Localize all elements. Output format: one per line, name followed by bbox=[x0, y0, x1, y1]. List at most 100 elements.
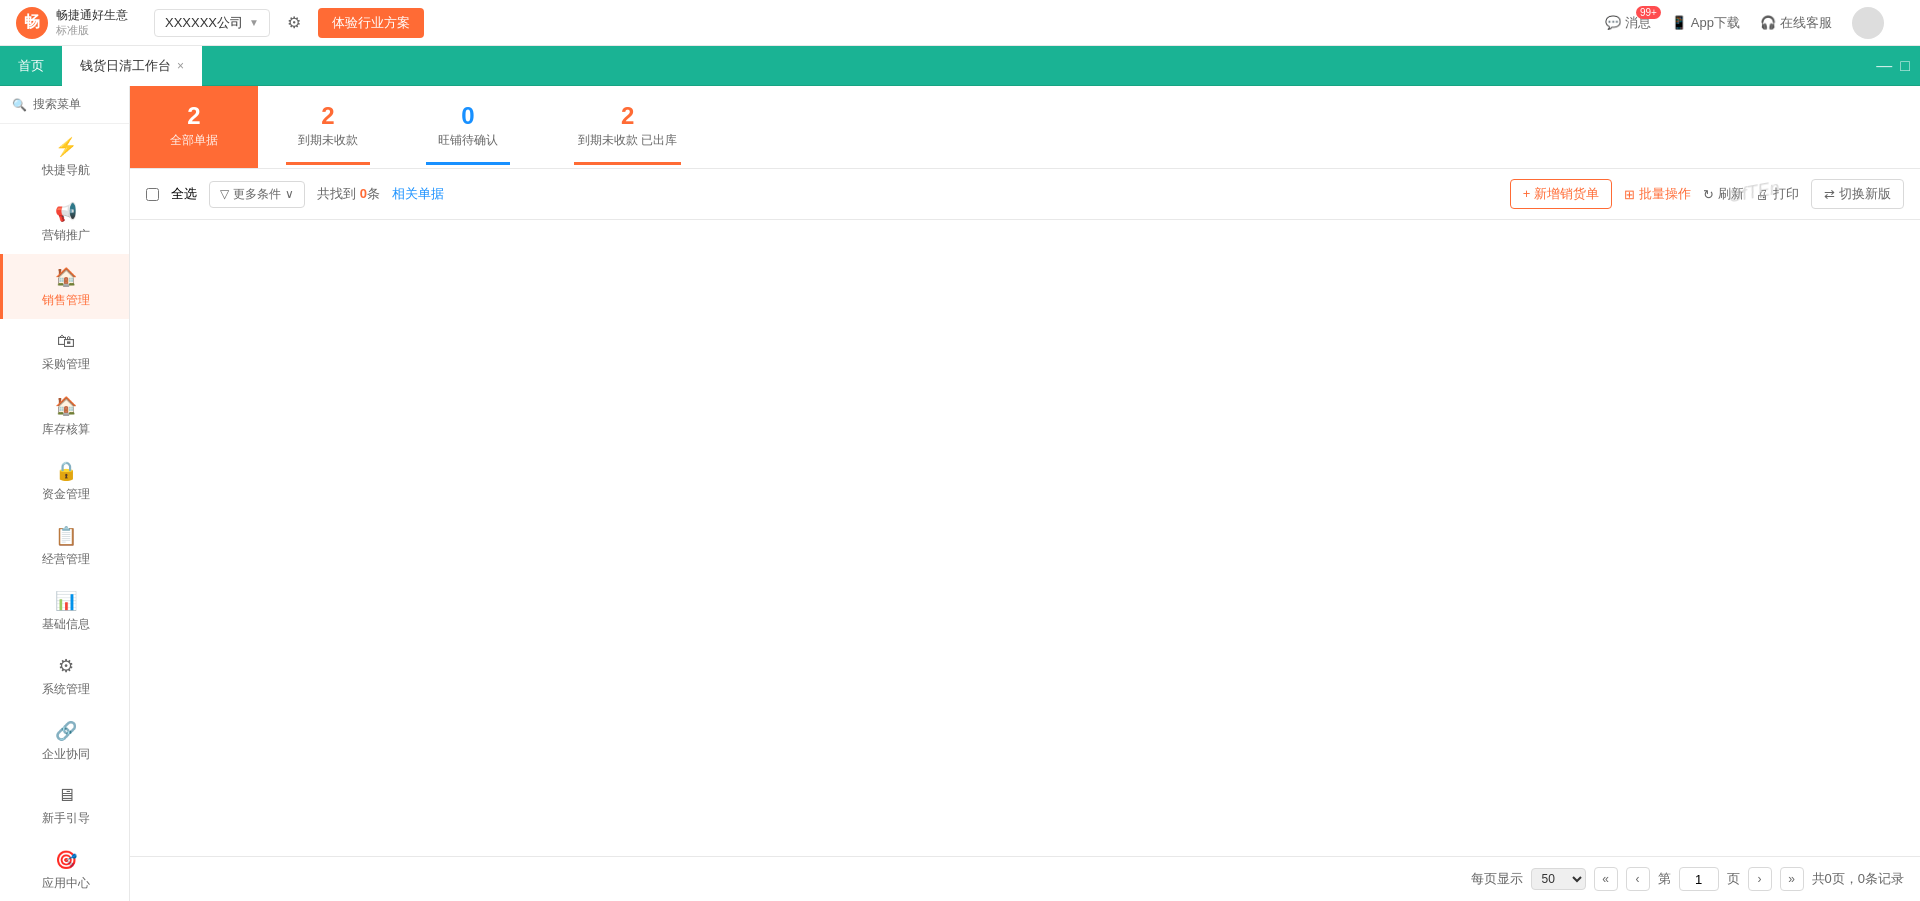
related-orders-link[interactable]: 相关单据 bbox=[392, 185, 444, 203]
trial-button[interactable]: 体验行业方案 bbox=[318, 8, 424, 38]
print-label: 打印 bbox=[1773, 185, 1799, 203]
finance-icon: 🔒 bbox=[55, 460, 77, 482]
sidebar: 🔍 搜索菜单 ⚡ 快捷导航 📢 营销推广 🏠 销售管理 🛍 采购管理 🏠 库存核… bbox=[0, 86, 130, 901]
refresh-button[interactable]: ↻ 刷新 bbox=[1703, 185, 1744, 203]
select-all-label: 全选 bbox=[171, 185, 197, 203]
found-prefix: 共找到 bbox=[317, 186, 356, 201]
sidebar-item-app-center[interactable]: 🎯 应用中心 bbox=[0, 837, 129, 901]
sidebar-item-operations[interactable]: 📋 经营管理 bbox=[0, 513, 129, 578]
switch-version-button[interactable]: ⇄ 切换新版 bbox=[1811, 179, 1904, 209]
sidebar-search-label: 搜索菜单 bbox=[33, 96, 81, 113]
card-overdue-count: 2 bbox=[321, 102, 334, 130]
switch-label: 切换新版 bbox=[1839, 185, 1891, 203]
content-area: 2 全部单据 2 到期未收款 0 旺铺待确认 2 到期未收款 已出库 全选 bbox=[130, 86, 1920, 901]
select-all-checkbox[interactable] bbox=[146, 188, 159, 201]
card-wangpu-confirm[interactable]: 0 旺铺待确认 bbox=[398, 86, 538, 168]
tab-close-icon[interactable]: × bbox=[177, 59, 184, 73]
app-download-label: App下载 bbox=[1691, 14, 1740, 32]
basic-info-icon: 📊 bbox=[55, 590, 77, 612]
summary-cards: 2 全部单据 2 到期未收款 0 旺铺待确认 2 到期未收款 已出库 bbox=[130, 86, 1920, 169]
top-header: 畅 畅捷通好生意 标准版 XXXXXX公司 ▼ ⚙ 体验行业方案 💬 消息 99… bbox=[0, 0, 1920, 46]
print-button[interactable]: 🖨 打印 bbox=[1756, 185, 1799, 203]
card-overdue-payment[interactable]: 2 到期未收款 bbox=[258, 86, 398, 168]
header-right: 💬 消息 99+ 📱 App下载 🎧 在线客服 bbox=[1605, 7, 1904, 39]
sidebar-item-label: 应用中心 bbox=[42, 875, 90, 892]
found-text: 共找到 0条 bbox=[317, 185, 380, 203]
sidebar-item-label: 采购管理 bbox=[42, 356, 90, 373]
online-service-icon: 🎧 bbox=[1760, 15, 1776, 30]
sidebar-item-basic-info[interactable]: 📊 基础信息 bbox=[0, 578, 129, 643]
sidebar-item-purchase[interactable]: 🛍 采购管理 bbox=[0, 319, 129, 383]
minimize-icon[interactable]: — bbox=[1876, 57, 1892, 75]
card-underline-orange bbox=[286, 162, 370, 165]
filter-icon: ▽ bbox=[220, 187, 229, 201]
filter-label: 更多条件 bbox=[233, 186, 281, 203]
settings-icon[interactable]: ⚙ bbox=[280, 9, 308, 37]
last-page-button[interactable]: » bbox=[1780, 867, 1804, 891]
found-count: 0 bbox=[360, 186, 367, 201]
message-item[interactable]: 💬 消息 99+ bbox=[1605, 14, 1651, 32]
sidebar-item-system[interactable]: ⚙ 系统管理 bbox=[0, 643, 129, 708]
sidebar-item-quick-nav[interactable]: ⚡ 快捷导航 bbox=[0, 124, 129, 189]
newbie-icon: 🖥 bbox=[57, 785, 75, 806]
chevron-down-icon: ▼ bbox=[249, 17, 259, 28]
toolbar: 全选 ▽ 更多条件 ∨ 共找到 0条 相关单据 + 新增销货单 ⊞ 批量操作 ↻… bbox=[130, 169, 1920, 220]
inventory-icon: 🏠 bbox=[55, 395, 77, 417]
sales-icon: 🏠 bbox=[55, 266, 77, 288]
per-page-select[interactable]: 50 10 20 100 bbox=[1531, 868, 1586, 890]
batch-icon: ⊞ bbox=[1624, 187, 1635, 202]
tab-workspace-label: 钱货日清工作台 bbox=[80, 57, 171, 75]
card-all-count: 2 bbox=[187, 102, 200, 130]
purchase-icon: 🛍 bbox=[57, 331, 75, 352]
sidebar-item-label: 系统管理 bbox=[42, 681, 90, 698]
message-badge: 99+ bbox=[1636, 6, 1661, 19]
sidebar-item-collaboration[interactable]: 🔗 企业协同 bbox=[0, 708, 129, 773]
sidebar-item-sales[interactable]: 🏠 销售管理 bbox=[0, 254, 129, 319]
sidebar-item-inventory[interactable]: 🏠 库存核算 bbox=[0, 383, 129, 448]
logo-line2: 标准版 bbox=[56, 23, 128, 37]
collaboration-icon: 🔗 bbox=[55, 720, 77, 742]
refresh-label: 刷新 bbox=[1718, 185, 1744, 203]
sidebar-item-marketing[interactable]: 📢 营销推广 bbox=[0, 189, 129, 254]
batch-action-button[interactable]: ⊞ 批量操作 bbox=[1624, 185, 1691, 203]
batch-label: 批量操作 bbox=[1639, 185, 1691, 203]
message-icon: 💬 bbox=[1605, 15, 1621, 30]
card-shipped-count: 2 bbox=[621, 102, 634, 130]
sidebar-item-newbie[interactable]: 🖥 新手引导 bbox=[0, 773, 129, 837]
filter-button[interactable]: ▽ 更多条件 ∨ bbox=[209, 181, 305, 208]
pagination-bar: 每页显示 50 10 20 100 « ‹ 第 页 › » 共0页，0条记录 bbox=[130, 856, 1920, 901]
main-layout: 🔍 搜索菜单 ⚡ 快捷导航 📢 营销推广 🏠 销售管理 🛍 采购管理 🏠 库存核… bbox=[0, 86, 1920, 901]
maximize-icon[interactable]: □ bbox=[1900, 57, 1910, 75]
sidebar-item-finance[interactable]: 🔒 资金管理 bbox=[0, 448, 129, 513]
switch-icon: ⇄ bbox=[1824, 187, 1835, 202]
prev-page-button[interactable]: ‹ bbox=[1626, 867, 1650, 891]
sidebar-item-label: 销售管理 bbox=[42, 292, 90, 309]
card-all-orders[interactable]: 2 全部单据 bbox=[130, 86, 258, 168]
avatar[interactable] bbox=[1852, 7, 1884, 39]
card-overdue-shipped[interactable]: 2 到期未收款 已出库 bbox=[538, 86, 717, 168]
company-selector[interactable]: XXXXXX公司 ▼ bbox=[154, 9, 270, 37]
sidebar-item-label: 营销推广 bbox=[42, 227, 90, 244]
table-area bbox=[130, 220, 1920, 856]
tab-workspace[interactable]: 钱货日清工作台 × bbox=[62, 46, 202, 86]
next-page-button[interactable]: › bbox=[1748, 867, 1772, 891]
page-suffix: 页 bbox=[1727, 870, 1740, 888]
nav-tabs: 首页 钱货日清工作台 × — □ bbox=[0, 46, 1920, 86]
sidebar-search[interactable]: 🔍 搜索菜单 bbox=[0, 86, 129, 124]
online-service-item[interactable]: 🎧 在线客服 bbox=[1760, 14, 1832, 32]
app-download-item[interactable]: 📱 App下载 bbox=[1671, 14, 1740, 32]
logo-area: 畅 畅捷通好生意 标准版 bbox=[16, 7, 146, 39]
first-page-button[interactable]: « bbox=[1594, 867, 1618, 891]
nav-tab-actions: — □ bbox=[1876, 57, 1920, 75]
tab-home[interactable]: 首页 bbox=[0, 46, 62, 86]
card-underline-orange2 bbox=[574, 162, 682, 165]
app-center-icon: 🎯 bbox=[55, 849, 77, 871]
page-input[interactable] bbox=[1679, 867, 1719, 891]
print-icon: 🖨 bbox=[1756, 187, 1769, 202]
app-download-icon: 📱 bbox=[1671, 15, 1687, 30]
card-underline-blue bbox=[426, 162, 510, 165]
add-order-button[interactable]: + 新增销货单 bbox=[1510, 179, 1612, 209]
filter-chevron-icon: ∨ bbox=[285, 187, 294, 201]
per-page-label: 每页显示 bbox=[1471, 870, 1523, 888]
sidebar-item-label: 经营管理 bbox=[42, 551, 90, 568]
